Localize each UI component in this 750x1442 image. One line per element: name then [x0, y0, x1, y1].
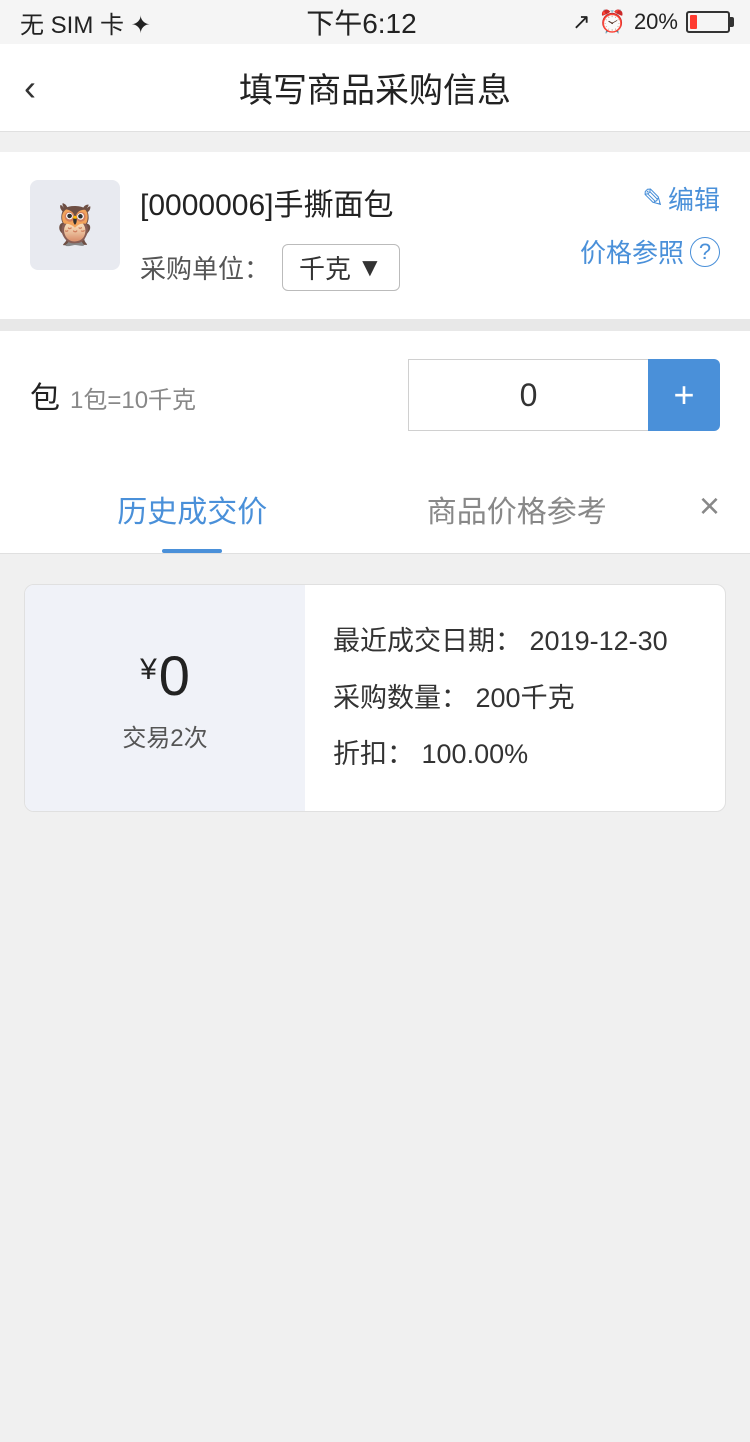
battery-percent: 20%: [634, 9, 678, 35]
dropdown-icon: ▼: [357, 252, 383, 283]
plus-icon: +: [673, 374, 694, 416]
product-info: [0000006]手撕面包 采购单位： 千克 ▼: [140, 180, 400, 291]
history-price-value: ¥ 0: [140, 643, 190, 708]
tab-product-price-ref[interactable]: 商品价格参考: [354, 459, 678, 553]
section-divider: [0, 319, 750, 331]
battery-icon: [686, 11, 730, 33]
tab-close-button[interactable]: ×: [679, 465, 720, 547]
edit-icon: ✎: [642, 183, 664, 214]
purchase-qty-value: 200千克: [476, 683, 575, 713]
unit-select[interactable]: 千克 ▼: [282, 244, 400, 291]
purchase-qty-row: 采购数量： 200千克: [333, 678, 697, 719]
status-time: 下午6:12: [306, 2, 417, 42]
back-button[interactable]: ‹: [24, 67, 36, 109]
status-right: ↗ ⏰ 20%: [572, 9, 730, 35]
alarm-icon: ⏰: [599, 9, 626, 35]
help-icon: ?: [690, 237, 720, 267]
quantity-conversion: 1包=10千克: [70, 380, 196, 415]
history-price-card: ¥ 0 交易2次 最近成交日期： 2019-12-30 采购数量： 200千克 …: [24, 584, 726, 812]
product-name: [0000006]手撕面包: [140, 180, 400, 224]
product-thumbnail: 🦉: [30, 180, 120, 270]
recent-date-value: 2019-12-30: [530, 626, 668, 656]
unit-label: 采购单位：: [140, 249, 270, 286]
quantity-input[interactable]: 0: [408, 359, 648, 431]
discount-label: 折扣：: [333, 739, 414, 769]
price-ref-button[interactable]: 价格参照 ?: [580, 233, 720, 270]
quantity-plus-button[interactable]: +: [648, 359, 720, 431]
price-ref-label: 价格参照: [580, 233, 684, 270]
purchase-qty-label: 采购数量：: [333, 683, 468, 713]
price-number: 0: [159, 643, 190, 708]
quantity-left: 包 1包=10千克: [30, 373, 196, 417]
quantity-row: 包 1包=10千克 0 +: [0, 331, 750, 459]
discount-value: 100.00%: [422, 739, 529, 769]
nav-bar: ‹ 填写商品采购信息: [0, 44, 750, 132]
status-bar: 无 SIM 卡 ✦ 下午6:12 ↗ ⏰ 20%: [0, 0, 750, 44]
history-price-right: 最近成交日期： 2019-12-30 采购数量： 200千克 折扣： 100.0…: [305, 585, 725, 811]
history-price-left: ¥ 0 交易2次: [25, 585, 305, 811]
product-right: ✎ 编辑 价格参照 ?: [580, 180, 720, 270]
bottom-area: [0, 842, 750, 1442]
product-icon: 🦉: [50, 205, 100, 245]
page-title: 填写商品采购信息: [239, 63, 511, 112]
unit-value: 千克: [299, 249, 351, 286]
product-card: 🦉 [0000006]手撕面包 采购单位： 千克 ▼ ✎ 编辑: [0, 152, 750, 319]
tab-history-price[interactable]: 历史成交价: [30, 459, 354, 553]
status-left: 无 SIM 卡 ✦: [20, 5, 151, 40]
discount-row: 折扣： 100.00%: [333, 734, 697, 775]
location-icon: ↗: [572, 9, 590, 35]
tabs-container: 历史成交价 商品价格参考 ×: [0, 459, 750, 554]
edit-button[interactable]: ✎ 编辑: [642, 180, 720, 217]
signal-text: 无 SIM 卡 ✦: [20, 5, 151, 40]
recent-date-label: 最近成交日期：: [333, 626, 522, 656]
quantity-right: 0 +: [408, 359, 720, 431]
trades-count: 交易2次: [122, 718, 207, 753]
currency-symbol: ¥: [140, 653, 157, 687]
recent-date-row: 最近成交日期： 2019-12-30: [333, 621, 697, 662]
quantity-unit: 包: [30, 373, 60, 417]
